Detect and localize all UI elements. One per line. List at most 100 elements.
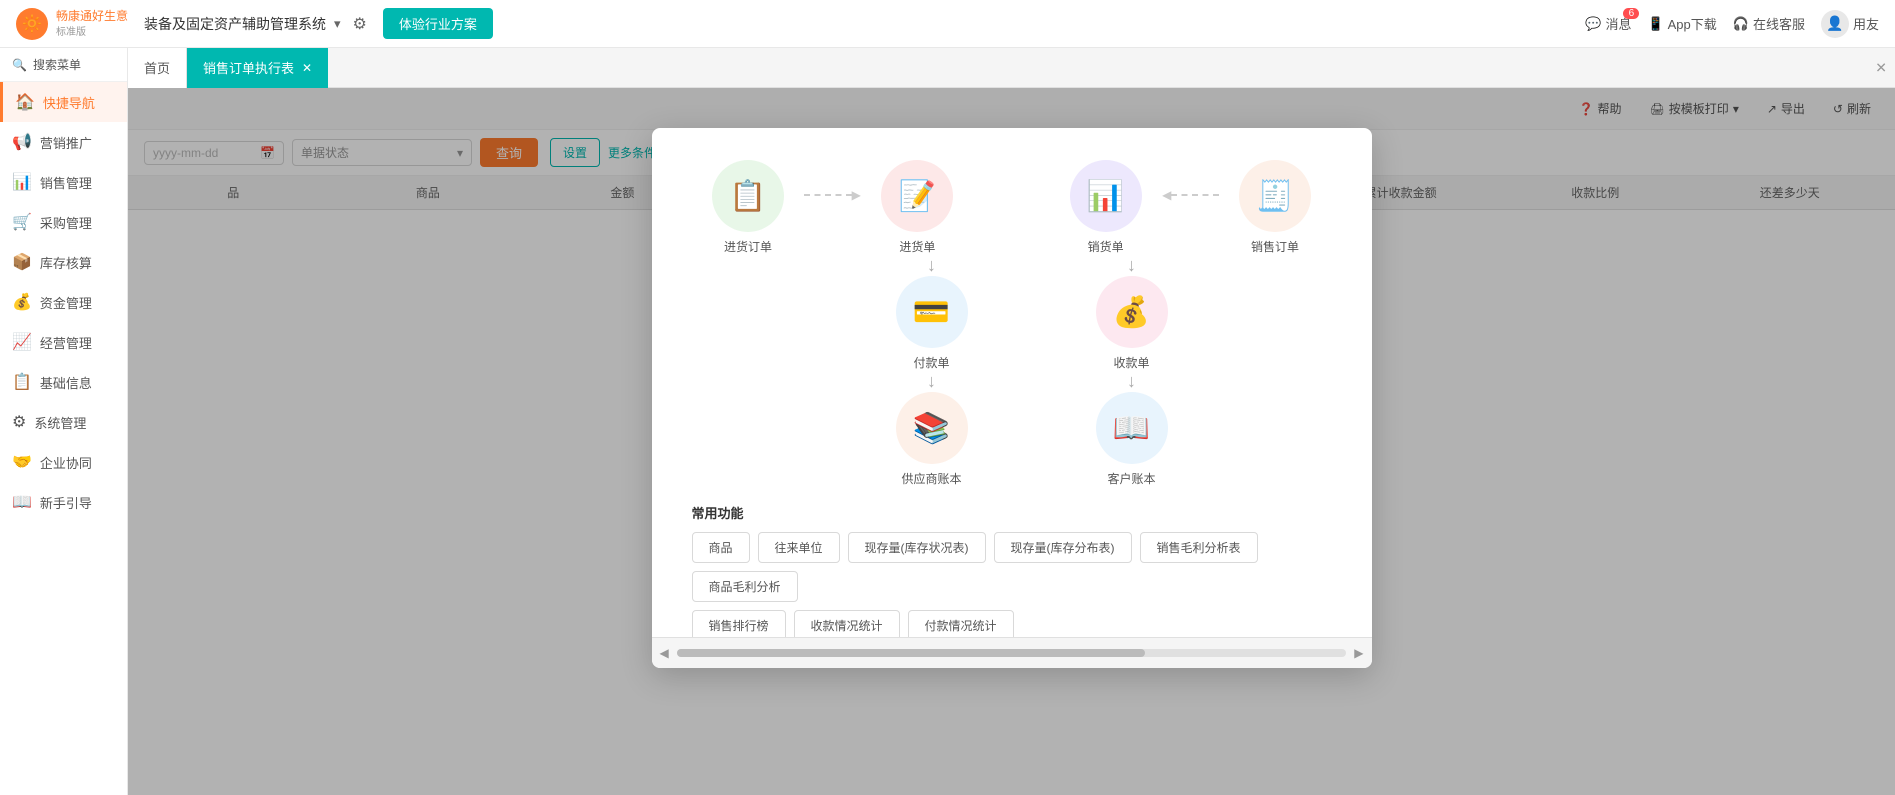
app-download-button[interactable]: 📱 App下载 [1647,14,1716,33]
logo-icon: 🔆 [16,8,48,40]
tab-bar-close-icon[interactable]: ✕ [1875,59,1887,76]
system-icon: ⚙ [12,412,26,432]
logo-sub: 标准版 [56,23,128,38]
online-service-button[interactable]: 🎧 在线客服 [1733,14,1805,33]
message-icon: 💬 [1585,16,1601,32]
marketing-icon: 📢 [12,132,32,152]
flow-node-sales-order: 🧾 销售订单 [1219,160,1332,255]
arrow-down-receipt: ↓ [1072,371,1192,392]
sidebar-label-system: 系统管理 [34,413,86,432]
sidebar-item-basic[interactable]: 📋 基础信息 [0,362,127,402]
flow-circle-payment: 💳 [896,276,968,348]
common-functions: 常用功能 商品 往来单位 现存量(库存状况表) 现存量(库存分布表) 销售毛利分… [692,503,1332,637]
online-service-label: 在线客服 [1753,14,1805,33]
sidebar-item-system[interactable]: ⚙ 系统管理 [0,402,127,442]
sidebar: 🔍 搜索菜单 🏠 快捷导航 📢 营销推广 📊 销售管理 🛒 采购管理 📦 [0,48,128,795]
top-right-area: 💬 消息 6 📱 App下载 🎧 在线客服 👤 用友 [1585,10,1879,38]
sidebar-item-quicknav[interactable]: 🏠 快捷导航 [0,82,127,122]
scrollbar-thumb [677,649,1146,657]
content-body: ❓ 帮助 🖨 按模板打印 ▾ ↗ 导出 ↺ 刷新 [128,88,1895,795]
operation-icon: 📈 [12,332,32,352]
func-btn-partner[interactable]: 往来单位 [758,532,840,563]
scroll-left-icon[interactable]: ◀ [660,646,669,660]
flow-node-purchase-order: 📋 进货订单 [692,160,805,255]
finance-icon: 💰 [12,292,32,312]
modal-body: 📋 进货订单 ▶ [652,128,1372,637]
flow-circle-sales-order: 🧾 [1239,160,1311,232]
trial-button[interactable]: 体验行业方案 [383,8,493,39]
search-menu-button[interactable]: 🔍 搜索菜单 [0,48,127,82]
func-btn-receipt-stats[interactable]: 收款情况统计 [794,610,900,637]
flow-modal: 📋 进货订单 ▶ [652,128,1372,668]
sidebar-item-sales[interactable]: 📊 销售管理 [0,162,127,202]
flow-label-supplier-account: 供应商账本 [901,470,961,487]
func-btn-goods-profit[interactable]: 商品毛利分析 [692,571,798,602]
collab-icon: 🤝 [12,452,32,472]
flow-node-purchase-bill: 📝 进货单 [861,160,974,255]
dropdown-icon[interactable]: ▾ [334,16,341,32]
sidebar-item-marketing[interactable]: 📢 营销推广 [0,122,127,162]
sidebar-label-finance: 资金管理 [40,293,92,312]
tab-close-icon[interactable]: ✕ [302,61,312,75]
search-menu-label: 搜索菜单 [33,56,81,73]
scrollbar-track [677,649,1347,657]
scroll-right-icon[interactable]: ▶ [1354,646,1363,660]
flow-circle-purchase-order: 📋 [712,160,784,232]
flow-label-sales-bill: 销货单 [1088,238,1124,255]
modal-overlay[interactable]: 📋 进货订单 ▶ [128,88,1895,795]
arrow-down-purchase-bill: ↓ [872,255,992,276]
inventory-icon: 📦 [12,252,32,272]
headset-icon: 🎧 [1733,16,1749,32]
flow-node-receipt: 💰 收款单 [1072,276,1192,371]
sidebar-item-finance[interactable]: 💰 资金管理 [0,282,127,322]
func-btn-goods[interactable]: 商品 [692,532,750,563]
settings-icon[interactable]: ⚙ [353,14,367,34]
sidebar-label-basic: 基础信息 [40,373,92,392]
tab-sales-order-label: 销售订单执行表 [203,58,294,77]
user-avatar: 👤 [1821,10,1849,38]
home-icon: 🏠 [15,92,35,112]
flow-label-sales-order: 销售订单 [1251,238,1299,255]
logo-area: 🔆 畅康通好生意 标准版 [16,8,128,40]
flow-node-customer-account: 📖 客户账本 [1072,392,1192,487]
func-btn-sales-profit[interactable]: 销售毛利分析表 [1140,532,1258,563]
message-button[interactable]: 💬 消息 6 [1585,14,1631,33]
func-btn-stock-dist[interactable]: 现存量(库存分布表) [994,532,1132,563]
sidebar-label-operation: 经营管理 [40,333,92,352]
app-download-icon: 📱 [1647,16,1663,32]
search-icon: 🔍 [12,58,27,72]
flow-label-customer-account: 客户账本 [1107,470,1155,487]
flow-node-sales-bill: 📊 销货单 [1049,160,1162,255]
sidebar-label-collab: 企业协同 [40,453,92,472]
sidebar-item-purchase[interactable]: 🛒 采购管理 [0,202,127,242]
sidebar-item-collab[interactable]: 🤝 企业协同 [0,442,127,482]
sidebar-item-guide[interactable]: 📖 新手引导 [0,482,127,522]
arrow-down-sales-bill: ↓ [1072,255,1192,276]
tab-sales-order[interactable]: 销售订单执行表 ✕ [187,48,328,88]
func-btn-stock-status[interactable]: 现存量(库存状况表) [848,532,986,563]
common-funcs-title: 常用功能 [692,503,1332,522]
sidebar-label-purchase: 采购管理 [40,213,92,232]
func-btn-payment-stats[interactable]: 付款情况统计 [908,610,1014,637]
flow-circle-purchase-bill: 📝 [881,160,953,232]
func-btn-sales-rank[interactable]: 销售排行榜 [692,610,786,637]
sidebar-item-operation[interactable]: 📈 经营管理 [0,322,127,362]
flow-label-payment: 付款单 [913,354,949,371]
guide-icon: 📖 [12,492,32,512]
basic-icon: 📋 [12,372,32,392]
modal-scrollbar[interactable]: ◀ ▶ [652,637,1372,668]
content-area: 首页 销售订单执行表 ✕ ✕ ❓ 帮助 [128,48,1895,795]
sidebar-label-quicknav: 快捷导航 [43,93,95,112]
sidebar-label-marketing: 营销推广 [40,133,92,152]
tab-home[interactable]: 首页 [128,48,187,88]
sidebar-item-inventory[interactable]: 📦 库存核算 [0,242,127,282]
flow-label-receipt: 收款单 [1113,354,1149,371]
user-menu-button[interactable]: 👤 用友 [1821,10,1879,38]
sidebar-label-sales: 销售管理 [40,173,92,192]
sidebar-label-guide: 新手引导 [40,493,92,512]
system-title: 装备及固定资产辅助管理系统 [144,14,326,34]
logo-text: 畅康通好生意 [56,9,128,23]
flow-circle-receipt: 💰 [1096,276,1168,348]
purchase-icon: 🛒 [12,212,32,232]
tab-bar: 首页 销售订单执行表 ✕ ✕ [128,48,1895,88]
